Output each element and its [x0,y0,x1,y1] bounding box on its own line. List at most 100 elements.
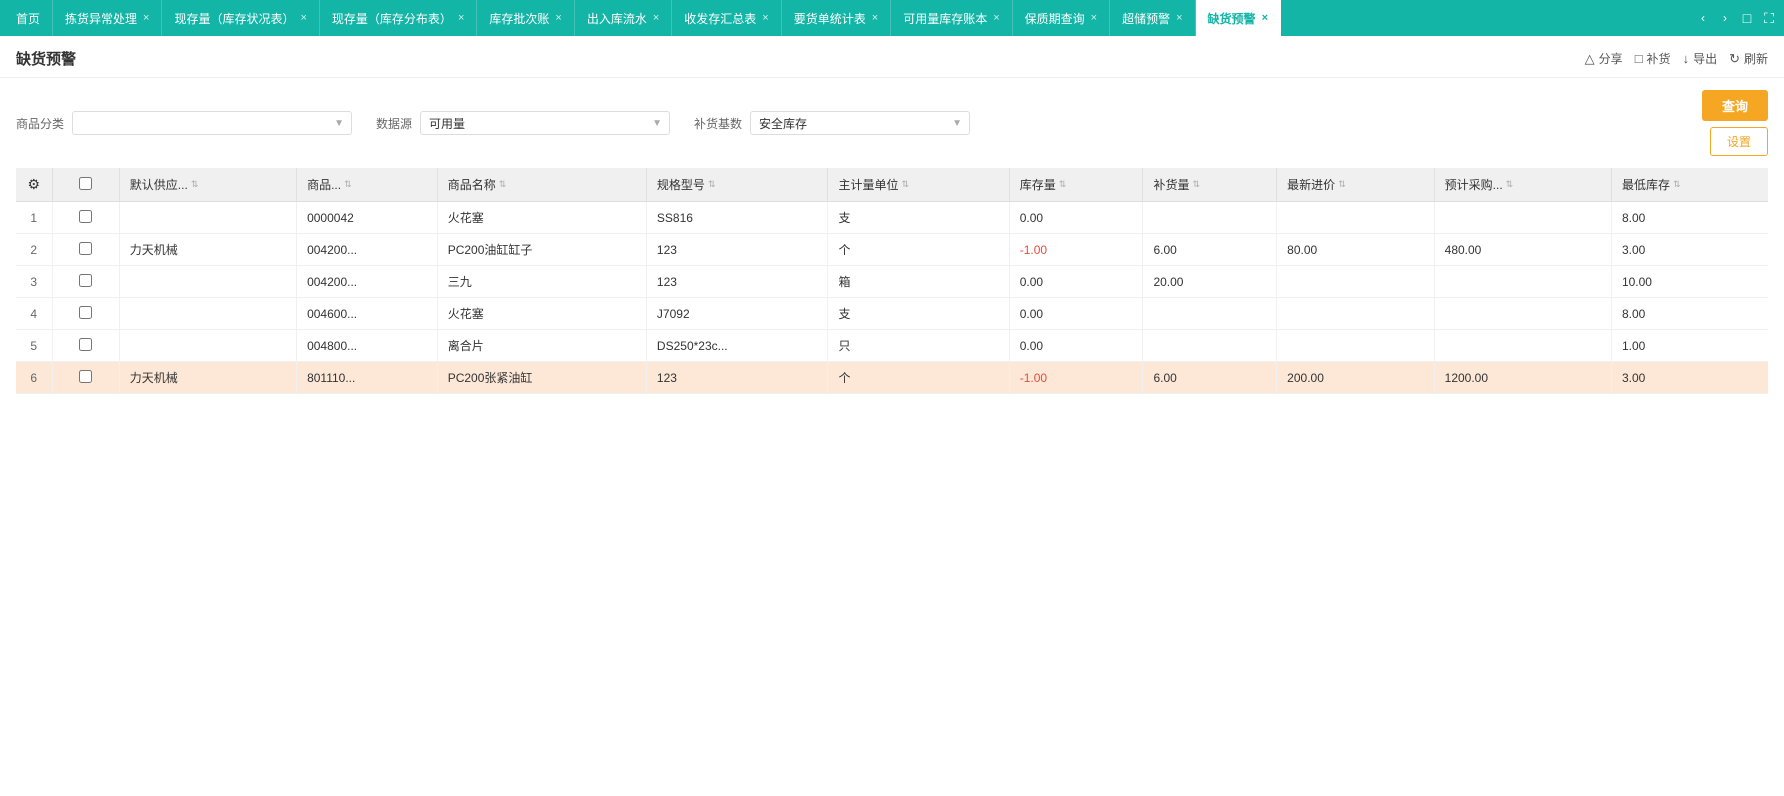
col-header-product_code[interactable]: 商品... ⇅ [297,168,438,202]
tab-label-batch-account: 库存批次账 [489,10,549,27]
tab-demand-stats[interactable]: 要货单统计表 × [782,0,891,36]
sort-spec[interactable]: 规格型号 ⇅ [657,176,716,193]
tab-close-receive-summary[interactable]: × [762,12,768,24]
col-header-default_supplier[interactable]: 默认供应... ⇅ [119,168,296,202]
sort-replenish_qty[interactable]: 补货量 ⇅ [1153,176,1200,193]
tab-shortage[interactable]: 缺货预警× [1196,0,1281,36]
sort-unit[interactable]: 主计量单位 ⇅ [838,176,909,193]
gear-icon[interactable]: ⚙ [27,176,40,192]
table-wrapper: ⚙ 默认供应... ⇅ 商品... ⇅ 商品名称 ⇅ 规格型号 ⇅ 主计量单位 ⇅ 库存量 … [0,168,1784,394]
tab-home[interactable]: 首页 [4,0,53,36]
query-button[interactable]: 查询 [1702,90,1768,121]
tab-inventory-status[interactable]: 现存量（库存状况表）× [162,0,319,36]
tab-available-ledger[interactable]: 可用量库存账本 × [891,0,1012,36]
cell-min_stock-4: 8.00 [1611,298,1768,330]
cell-latest_price-1 [1277,202,1434,234]
cell-stock_qty-2: -1.00 [1009,234,1143,266]
tab-close-batch-account[interactable]: × [555,12,561,24]
tab-expiry-query[interactable]: 保质期查询× [1013,0,1110,36]
sort-latest_price[interactable]: 最新进价 ⇅ [1287,176,1346,193]
cell-default_supplier-4 [119,298,296,330]
tab-close-inventory-dist[interactable]: × [458,12,464,24]
select-all-checkbox[interactable] [79,177,92,190]
sort-product_name[interactable]: 商品名称 ⇅ [448,176,507,193]
row-checkbox-5[interactable] [52,330,119,362]
filter-area: 商品分类 ▼ 数据源 ▼ 补货基数 ▼ 查询 设置 [0,78,1784,168]
sort-icon-product_name: ⇅ [499,179,507,190]
tab-close-shortage[interactable]: × [1262,12,1268,24]
tab-batch-account[interactable]: 库存批次账 × [477,0,574,36]
datasource-filter: 数据源 ▼ [376,111,670,135]
restore-btn[interactable]: □ [1736,0,1758,36]
replenish-label: 补货 [1647,50,1671,67]
col-header-latest_price[interactable]: 最新进价 ⇅ [1277,168,1434,202]
tab-inventory-dist[interactable]: 现存量（库存分布表）× [320,0,477,36]
tab-close-demand-stats[interactable]: × [872,12,878,24]
col-header-product_name[interactable]: 商品名称 ⇅ [437,168,646,202]
row-checkbox-6[interactable] [52,362,119,394]
checkbox-4[interactable] [79,306,92,319]
col-header-estimated_purchase[interactable]: 预计采购... ⇅ [1434,168,1611,202]
cell-min_stock-1: 8.00 [1611,202,1768,234]
tab-receive-summary[interactable]: 收发存汇总表× [672,0,781,36]
sort-default_supplier[interactable]: 默认供应... ⇅ [130,176,199,193]
checkbox-6[interactable] [79,370,92,383]
row-checkbox-3[interactable] [52,266,119,298]
cell-default_supplier-3 [119,266,296,298]
col-header-unit[interactable]: 主计量单位 ⇅ [828,168,1009,202]
sort-stock_qty[interactable]: 库存量 ⇅ [1020,176,1067,193]
tab-close-inout-flow[interactable]: × [653,12,659,24]
tab-label-home: 首页 [16,10,40,27]
sort-estimated_purchase[interactable]: 预计采购... ⇅ [1445,176,1514,193]
checkbox-1[interactable] [79,210,92,223]
col-header-replenish_qty[interactable]: 补货量 ⇅ [1143,168,1277,202]
share-action[interactable]: △ 分享 [1585,50,1623,67]
cell-estimated_purchase-2: 480.00 [1434,234,1611,266]
cell-min_stock-3: 10.00 [1611,266,1768,298]
refresh-action[interactable]: ↻ 刷新 [1729,50,1768,67]
tab-close-inventory-status[interactable]: × [300,12,306,24]
tab-close-expiry-query[interactable]: × [1091,12,1097,24]
replenish-base-input[interactable] [750,111,970,135]
row-num-1: 1 [16,202,52,234]
tab-abnormal[interactable]: 拣货异常处理× [53,0,162,36]
tab-inout-flow[interactable]: 出入库流水× [575,0,672,36]
tab-next-btn[interactable]: › [1714,0,1736,36]
tab-label-overstock: 超储预警 [1122,10,1170,27]
settings-button[interactable]: 设置 [1710,127,1768,156]
cell-spec-1: SS816 [646,202,828,234]
datasource-input[interactable] [420,111,670,135]
checkbox-5[interactable] [79,338,92,351]
col-header-spec[interactable]: 规格型号 ⇅ [646,168,828,202]
tab-prev-btn[interactable]: ‹ [1692,0,1714,36]
cell-min_stock-2: 3.00 [1611,234,1768,266]
table-header-row: ⚙ 默认供应... ⇅ 商品... ⇅ 商品名称 ⇅ 规格型号 ⇅ 主计量单位 ⇅ 库存量 … [16,168,1768,202]
tab-close-abnormal[interactable]: × [143,12,149,24]
sort-min_stock[interactable]: 最低库存 ⇅ [1622,176,1681,193]
sort-icon-latest_price: ⇅ [1338,179,1346,190]
row-checkbox-4[interactable] [52,298,119,330]
sort-icon-product_code: ⇅ [344,179,352,190]
replenish-action[interactable]: □ 补货 [1635,50,1671,67]
cell-product_code-6: 801110... [297,362,438,394]
sort-product_code[interactable]: 商品... ⇅ [307,176,352,193]
tab-label-demand-stats: 要货单统计表 [794,10,866,27]
tab-close-overstock[interactable]: × [1176,12,1182,24]
checkbox-2[interactable] [79,242,92,255]
sort-icon-stock_qty: ⇅ [1059,179,1067,190]
row-checkbox-2[interactable] [52,234,119,266]
fullscreen-btn[interactable]: ⛶ [1758,0,1780,36]
col-header-stock_qty[interactable]: 库存量 ⇅ [1009,168,1143,202]
col-header-min_stock[interactable]: 最低库存 ⇅ [1611,168,1768,202]
category-label: 商品分类 [16,115,64,132]
row-checkbox-1[interactable] [52,202,119,234]
tab-overstock[interactable]: 超储预警 × [1110,0,1195,36]
tab-close-available-ledger[interactable]: × [993,12,999,24]
export-action[interactable]: ↓ 导出 [1683,50,1718,67]
category-input[interactable] [72,111,352,135]
checkbox-3[interactable] [79,274,92,287]
table-row: 5004800...离合片DS250*23c...只0.001.00 [16,330,1768,362]
export-label: 导出 [1693,50,1717,67]
datasource-label: 数据源 [376,115,412,132]
tab-label-available-ledger: 可用量库存账本 [903,10,987,27]
